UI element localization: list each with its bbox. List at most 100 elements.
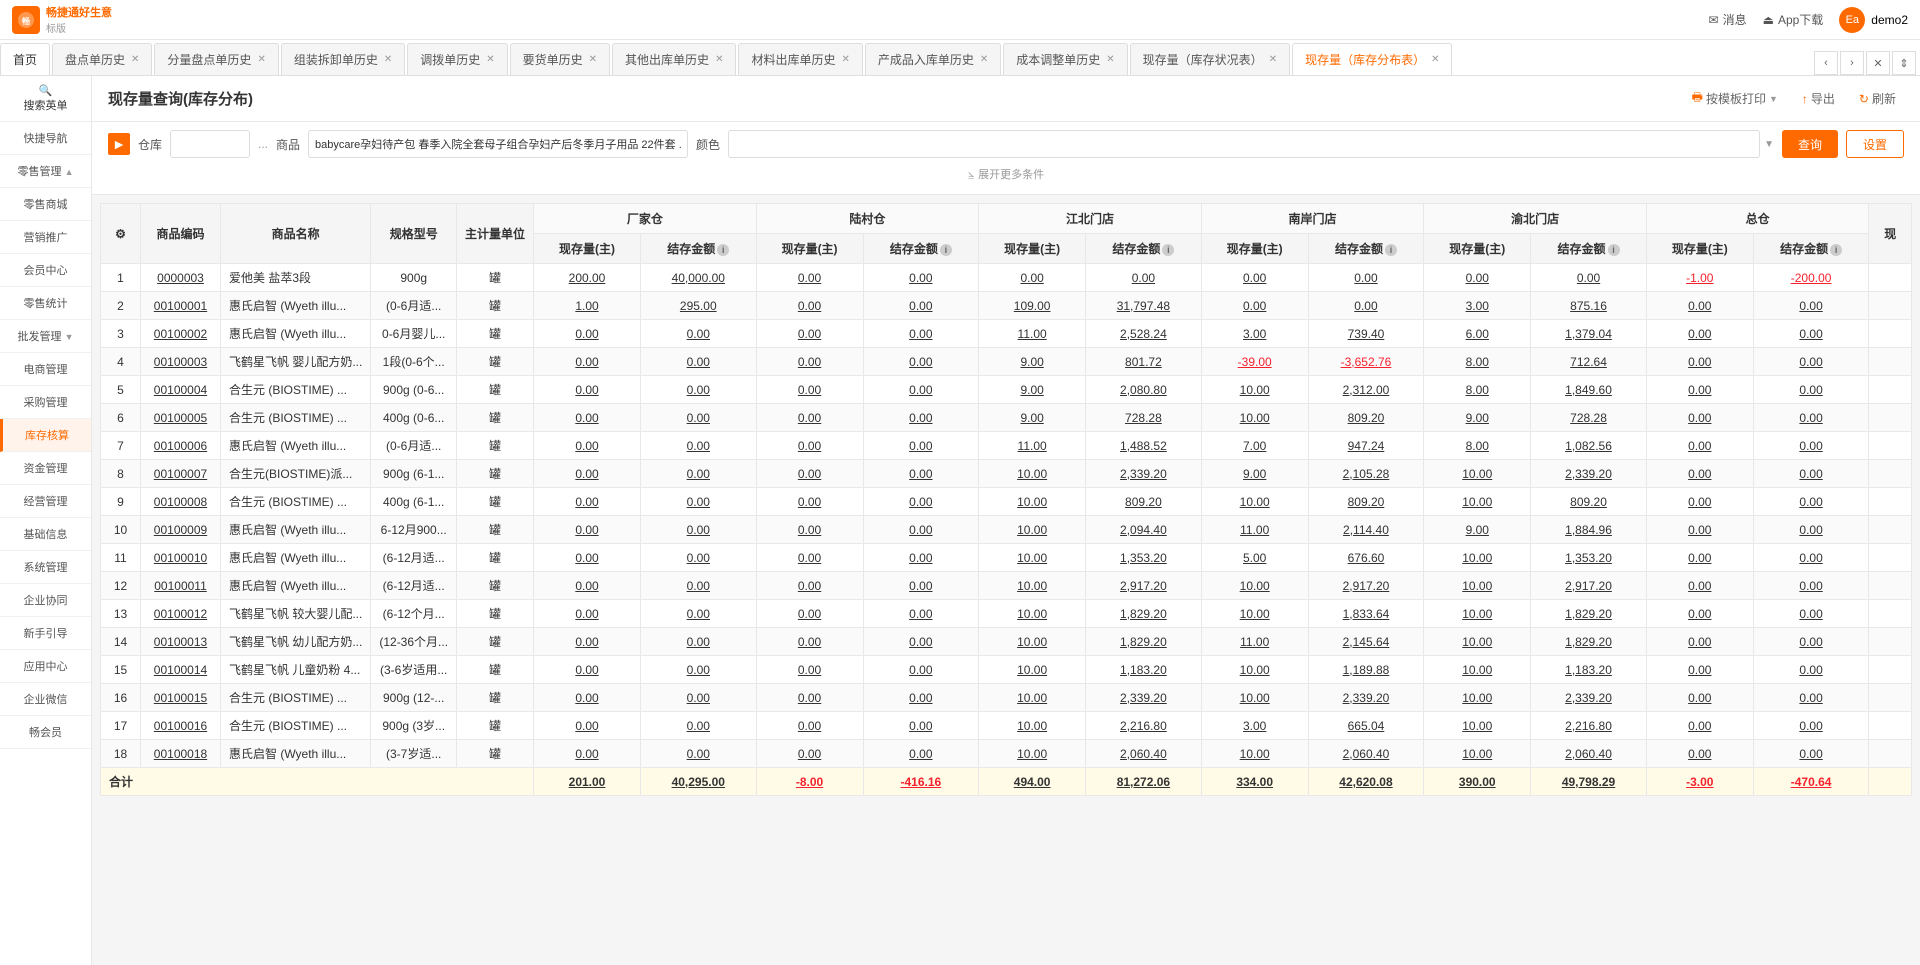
- cell-lcc-qty: 0.00: [756, 656, 863, 684]
- cell-namd-qty: 11.00: [1201, 628, 1308, 656]
- close-icon[interactable]: ✕: [715, 54, 723, 65]
- sidebar-item-system[interactable]: 系统管理: [0, 551, 91, 584]
- setting-btn[interactable]: 设置: [1846, 130, 1904, 158]
- print-btn[interactable]: 🖶 按模板打印 ▼: [1684, 84, 1786, 113]
- tab-prev-btn[interactable]: ‹: [1814, 51, 1838, 75]
- cell-code: 00100016: [141, 712, 221, 740]
- sidebar-item-retail-shop[interactable]: 零售商城: [0, 188, 91, 221]
- sidebar-item-guide[interactable]: 新手引导: [0, 617, 91, 650]
- tab-next-btn[interactable]: ›: [1840, 51, 1864, 75]
- cell-name: 惠氏启智 (Wyeth illu...: [221, 740, 371, 768]
- info-icon[interactable]: i: [1830, 244, 1842, 256]
- col-header-lcc: 陆村仓: [756, 204, 979, 234]
- close-icon[interactable]: ✕: [384, 54, 392, 65]
- filter-area: ► 仓库 ... 商品 颜色 ▼ 查询 设置 ⦥ 展开更多条件: [92, 122, 1920, 195]
- tab-stock-single[interactable]: 盘点单历史 ✕: [52, 43, 152, 75]
- sidebar-item-member[interactable]: 会员中心: [0, 254, 91, 287]
- close-icon[interactable]: ✕: [1431, 54, 1439, 65]
- close-icon[interactable]: ✕: [841, 54, 849, 65]
- cell-namd-qty: 3.00: [1201, 320, 1308, 348]
- info-icon[interactable]: i: [717, 244, 729, 256]
- tab-order[interactable]: 要货单历史 ✕: [510, 43, 610, 75]
- close-icon[interactable]: ✕: [1269, 54, 1277, 65]
- info-icon[interactable]: i: [940, 244, 952, 256]
- sidebar-item-apps[interactable]: 应用中心: [0, 650, 91, 683]
- cell-no: 2: [101, 292, 141, 320]
- cell-more: [1869, 684, 1912, 712]
- cell-spec: 900g: [371, 264, 457, 292]
- cell-cjc-amt: 0.00: [640, 488, 756, 516]
- sidebar-item-marketing[interactable]: 营销推广: [0, 221, 91, 254]
- cell-zc-qty: 0.00: [1646, 488, 1753, 516]
- tab-material-out[interactable]: 材料出库单历史 ✕: [738, 43, 862, 75]
- message-btn[interactable]: ✉ 消息: [1709, 11, 1747, 28]
- color-input[interactable]: [728, 130, 1760, 158]
- close-icon[interactable]: ✕: [980, 54, 988, 65]
- expand-conditions-btn[interactable]: ⦥ 展开更多条件: [108, 162, 1904, 186]
- cell-lcc-qty: 0.00: [756, 740, 863, 768]
- info-icon[interactable]: i: [1385, 244, 1397, 256]
- sidebar-item-enterprise[interactable]: 企业协同: [0, 584, 91, 617]
- logo-icon: 畅: [12, 6, 40, 34]
- tab-home[interactable]: 首页: [0, 43, 50, 75]
- cell-more: [1869, 404, 1912, 432]
- logo-text: 畅捷通好生意 标版: [46, 4, 112, 35]
- sidebar-item-inventory[interactable]: 库存核算: [0, 419, 91, 452]
- tab-other-out[interactable]: 其他出库单历史 ✕: [612, 43, 736, 75]
- cell-more: [1869, 460, 1912, 488]
- tab-stock-status[interactable]: 现存量（库存状况表） ✕: [1130, 43, 1290, 75]
- close-icon[interactable]: ✕: [1106, 54, 1114, 65]
- tab-expand-btn[interactable]: ⇕: [1892, 51, 1916, 75]
- export-btn[interactable]: ↑ 导出: [1794, 86, 1843, 111]
- cell-namd-amt: 665.04: [1308, 712, 1424, 740]
- sidebar-item-finance[interactable]: 资金管理: [0, 452, 91, 485]
- filter-expand-btn[interactable]: ►: [108, 133, 130, 155]
- goods-input[interactable]: [308, 130, 688, 158]
- sidebar-item-wechat[interactable]: 企业微信: [0, 683, 91, 716]
- info-icon[interactable]: i: [1608, 244, 1620, 256]
- cell-cjc-qty: 0.00: [534, 656, 641, 684]
- sidebar-item-ecommerce[interactable]: 电商管理: [0, 353, 91, 386]
- app-download-btn[interactable]: ⏏ App下载: [1763, 11, 1824, 28]
- search-btn[interactable]: 查询: [1782, 130, 1838, 158]
- cell-zc-amt: 0.00: [1753, 488, 1869, 516]
- col-header-namd-qty: 现存量(主): [1201, 234, 1308, 264]
- settings-icon[interactable]: ⚙: [115, 227, 126, 241]
- tab-close-all-btn[interactable]: ✕: [1866, 51, 1890, 75]
- tab-cost-adjust[interactable]: 成本调整单历史 ✕: [1003, 43, 1127, 75]
- cell-cjc-amt: 0.00: [640, 376, 756, 404]
- sidebar-item-retail-mgmt[interactable]: 零售管理 ▲: [0, 155, 91, 188]
- tab-product-in[interactable]: 产成品入库单历史 ✕: [865, 43, 1001, 75]
- tab-transfer[interactable]: 调拨单历史 ✕: [407, 43, 507, 75]
- user-area[interactable]: Ea demo2: [1839, 7, 1908, 33]
- sidebar-item-purchase[interactable]: 采购管理: [0, 386, 91, 419]
- close-icon[interactable]: ✕: [486, 54, 494, 65]
- sidebar-item-wholesale[interactable]: 批发管理 ▼: [0, 320, 91, 353]
- cell-name: 飞鹤星飞帆 儿童奶粉 4...: [221, 656, 371, 684]
- close-icon[interactable]: ✕: [589, 54, 597, 65]
- tab-stock-single2[interactable]: 分量盘点单历史 ✕: [154, 43, 278, 75]
- refresh-btn[interactable]: ↻ 刷新: [1851, 86, 1904, 111]
- sidebar-item-retail-stat[interactable]: 零售统计: [0, 287, 91, 320]
- cell-cjc-amt: 0.00: [640, 460, 756, 488]
- cell-ybmd-qty: 10.00: [1424, 684, 1531, 712]
- warehouse-input[interactable]: [170, 130, 250, 158]
- tab-assemble[interactable]: 组装拆卸单历史 ✕: [281, 43, 405, 75]
- cell-namd-amt: 1,833.64: [1308, 600, 1424, 628]
- sidebar-item-operation[interactable]: 经营管理: [0, 485, 91, 518]
- close-icon[interactable]: ✕: [131, 54, 139, 65]
- cell-code: 00100002: [141, 320, 221, 348]
- sidebar-item-basic[interactable]: 基础信息: [0, 518, 91, 551]
- info-icon[interactable]: i: [1162, 244, 1174, 256]
- tab-stock-dist[interactable]: 现存量（库存分布表） ✕: [1292, 43, 1452, 75]
- sidebar-item-shortcut[interactable]: 快捷导航: [0, 122, 91, 155]
- sidebar-search[interactable]: 🔍 搜索英单: [0, 76, 91, 122]
- sidebar-item-vip[interactable]: 畅会员: [0, 716, 91, 749]
- close-icon[interactable]: ✕: [257, 54, 265, 65]
- cell-namd-qty: 11.00: [1201, 516, 1308, 544]
- cell-unit: 罐: [457, 712, 534, 740]
- cell-jbmd-amt: 1,183.20: [1086, 656, 1202, 684]
- table-container[interactable]: ⚙ 商品编码 商品名称 规格型号 主计量单位 厂家仓 陆村仓 江北门店 南岸门店…: [92, 195, 1920, 965]
- cell-more: [1869, 488, 1912, 516]
- cell-cjc-qty: 0.00: [534, 320, 641, 348]
